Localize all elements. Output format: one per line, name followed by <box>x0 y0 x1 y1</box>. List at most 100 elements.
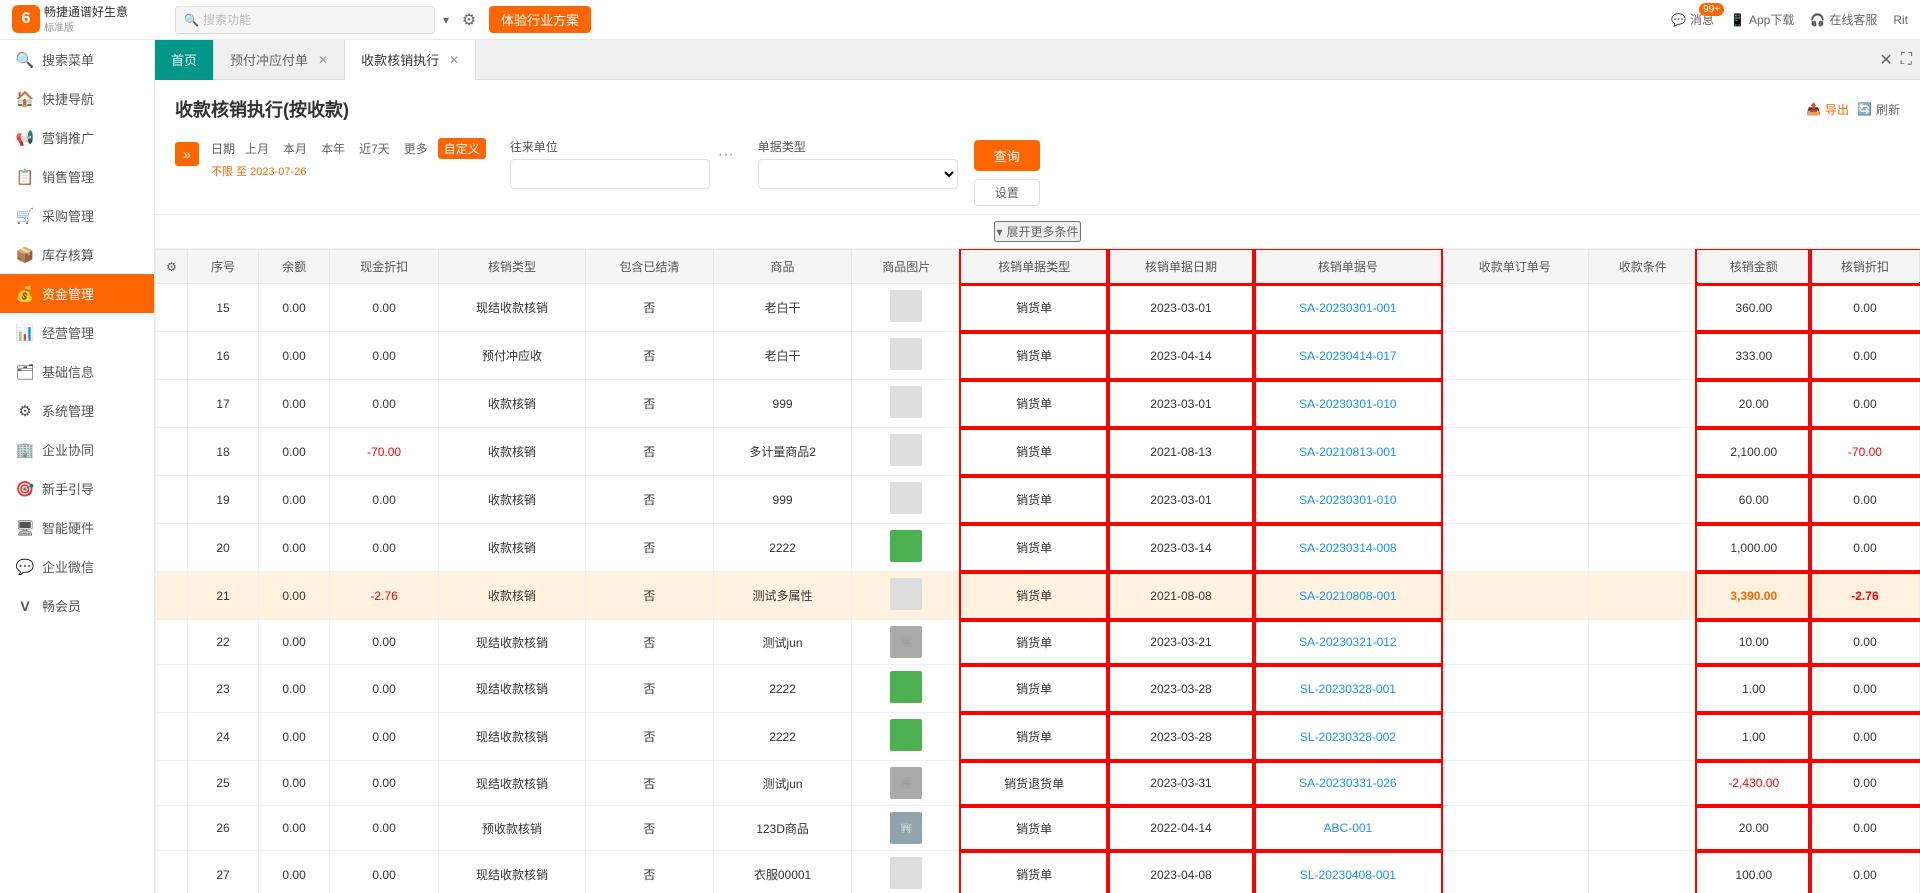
newbie-icon: 🎯 <box>16 480 34 498</box>
dropdown-icon[interactable]: ▾ <box>443 13 449 27</box>
cell-settings <box>156 284 188 332</box>
data-table: ⚙ 序号 余额 现金折扣 核销类型 包含已结清 商品 商品图片 核销单据类型 核… <box>155 249 1920 893</box>
sidebar-item-member[interactable]: V 畅会员 <box>0 586 154 625</box>
cell-verify-doc-type: 销货退货单 <box>961 761 1108 806</box>
top-bar: 6 畅捷通谱好生意 标准版 🔍 搜索功能 ▾ ⚙ 体验行业方案 💬 消息 99+… <box>0 0 1920 40</box>
tab-home[interactable]: 首页 <box>155 40 214 80</box>
cell-verify-doc-no[interactable]: SA-20230331-026 <box>1254 761 1441 806</box>
cell-verify-doc-no[interactable]: SL-20230408-001 <box>1254 851 1441 893</box>
app-label: App下载 <box>1749 11 1794 28</box>
cell-balance: 0.00 <box>259 806 330 851</box>
partner-input[interactable] <box>510 159 710 189</box>
username: Rit <box>1893 13 1908 27</box>
sidebar-item-capital[interactable]: 💰 资金管理 <box>0 274 154 313</box>
cell-receipt-condition <box>1588 761 1697 806</box>
maximize-icon[interactable]: ⛶ <box>1901 51 1912 69</box>
sidebar-item-business[interactable]: 📊 经营管理 <box>0 313 154 352</box>
tab-collection[interactable]: 收款核销执行 ✕ <box>345 40 476 80</box>
cell-verify-doc-type: 销货单 <box>961 476 1108 524</box>
cell-verify-doc-no[interactable]: SA-20230301-001 <box>1254 284 1441 332</box>
service-label: 在线客服 <box>1829 11 1877 28</box>
cell-verify-doc-no[interactable]: SA-20230321-012 <box>1254 620 1441 665</box>
date-btn-this-month[interactable]: 本月 <box>279 138 311 159</box>
sidebar-label: 库存核算 <box>42 245 94 264</box>
tab-collection-close[interactable]: ✕ <box>449 53 459 67</box>
cell-verify-type: 预收款核销 <box>439 806 586 851</box>
cell-receipt-condition <box>1588 380 1697 428</box>
cell-receipt-condition <box>1588 665 1697 713</box>
cell-cash-discount: 0.00 <box>330 380 439 428</box>
date-btn-last-month[interactable]: 上月 <box>241 138 273 159</box>
tab-prepay[interactable]: 预付冲应付单 ✕ <box>214 40 345 80</box>
settings-button[interactable]: 设置 <box>974 179 1040 206</box>
date-btn-this-year[interactable]: 本年 <box>317 138 349 159</box>
cell-verify-doc-date: 2021-08-13 <box>1108 428 1255 476</box>
export-button[interactable]: 📤 导出 <box>1806 101 1849 118</box>
cell-verify-doc-no[interactable]: SA-20230314-008 <box>1254 524 1441 572</box>
sidebar-item-shortcut[interactable]: 🏠 快捷导航 <box>0 79 154 118</box>
sidebar-item-inventory[interactable]: 📦 库存核算 <box>0 235 154 274</box>
gear-icon[interactable]: ⚙ <box>457 8 481 32</box>
cell-receipt-condition <box>1588 851 1697 893</box>
sidebar-item-sales[interactable]: 📋 销售管理 <box>0 157 154 196</box>
cell-goods-img <box>852 284 961 332</box>
tab-prepay-close[interactable]: ✕ <box>318 53 328 67</box>
close-window-icon[interactable]: ✕ <box>1879 50 1892 70</box>
cell-verify-doc-no[interactable]: ABC-001 <box>1254 806 1441 851</box>
date-btn-custom[interactable]: 自定义 <box>438 138 486 159</box>
cell-verify-discount: -70.00 <box>1810 428 1919 476</box>
cell-goods: 测试多属性 <box>713 572 851 620</box>
sidebar-item-basic[interactable]: 🗂 基础信息 <box>0 352 154 391</box>
sidebar-item-newbie[interactable]: 🎯 新手引导 <box>0 469 154 508</box>
cell-verify-doc-no[interactable]: SA-20210813-001 <box>1254 428 1441 476</box>
cell-verify-discount: 0.00 <box>1810 524 1919 572</box>
col-settings[interactable]: ⚙ <box>156 250 188 284</box>
refresh-button[interactable]: 🔄 刷新 <box>1857 101 1900 118</box>
cell-seq: 19 <box>188 476 259 524</box>
cell-goods: 老白干 <box>713 284 851 332</box>
sidebar-item-search[interactable]: 🔍 搜索菜单 <box>0 40 154 79</box>
cell-seq: 24 <box>188 713 259 761</box>
date-btn-more[interactable]: 更多 <box>400 138 432 159</box>
cell-cash-discount: 0.00 <box>330 851 439 893</box>
table-row: 18 0.00 -70.00 收款核销 否 多计量商品2 销货单 2021-08… <box>156 428 1920 476</box>
purchase-icon: 🛒 <box>16 207 34 225</box>
cell-verify-doc-no[interactable]: SA-20210808-001 <box>1254 572 1441 620</box>
trial-button[interactable]: 体验行业方案 <box>489 6 591 33</box>
message-button[interactable]: 💬 消息 99+ <box>1671 11 1714 28</box>
cell-verify-doc-no[interactable]: SA-20230301-010 <box>1254 380 1441 428</box>
app-download-button[interactable]: 📱 App下载 <box>1730 11 1794 28</box>
doc-type-label: 单据类型 <box>758 138 958 155</box>
sidebar-item-corp[interactable]: 🏢 企业协同 <box>0 430 154 469</box>
sidebar-label: 畅会员 <box>42 596 81 615</box>
cell-receipt-order-no <box>1441 761 1588 806</box>
cell-verify-doc-type: 销货单 <box>961 806 1108 851</box>
sidebar-item-marketing[interactable]: 📢 营销推广 <box>0 118 154 157</box>
sidebar-item-wechat[interactable]: 💬 企业微信 <box>0 547 154 586</box>
doc-type-select[interactable] <box>758 159 958 189</box>
online-service-button[interactable]: 🎧 在线客服 <box>1810 11 1877 28</box>
date-btn-7days[interactable]: 近7天 <box>355 138 394 159</box>
cell-verify-doc-no[interactable]: SL-20230328-001 <box>1254 665 1441 713</box>
sidebar-item-purchase[interactable]: 🛒 采购管理 <box>0 196 154 235</box>
cell-seq: 18 <box>188 428 259 476</box>
date-limit: 不限 至 2023-07-26 <box>211 163 486 179</box>
search-box[interactable]: 🔍 搜索功能 <box>175 6 435 34</box>
query-button[interactable]: 查询 <box>974 140 1040 171</box>
filter-toggle[interactable]: » <box>175 142 199 166</box>
cell-verify-discount: 0.00 <box>1810 761 1919 806</box>
cell-receipt-condition <box>1588 332 1697 380</box>
table-row: 15 0.00 0.00 现结收款核销 否 老白干 销货单 2023-03-01… <box>156 284 1920 332</box>
table-row: 23 0.00 0.00 现结收款核销 否 2222 销货单 2023-03-2… <box>156 665 1920 713</box>
cell-goods: 测试jun <box>713 620 851 665</box>
sidebar-item-hardware[interactable]: 🖥 智能硬件 <box>0 508 154 547</box>
cell-receipt-order-no <box>1441 806 1588 851</box>
cell-verify-doc-no[interactable]: SL-20230328-002 <box>1254 713 1441 761</box>
expand-more-button[interactable]: ▾ 展开更多条件 <box>994 221 1080 242</box>
cell-verify-doc-no[interactable]: SA-20230301-010 <box>1254 476 1441 524</box>
cell-receipt-order-no <box>1441 665 1588 713</box>
sidebar-item-system[interactable]: ⚙ 系统管理 <box>0 391 154 430</box>
partner-label: 往来单位 <box>510 138 710 155</box>
cell-verify-doc-no[interactable]: SA-20230414-017 <box>1254 332 1441 380</box>
corp-icon: 🏢 <box>16 441 34 459</box>
